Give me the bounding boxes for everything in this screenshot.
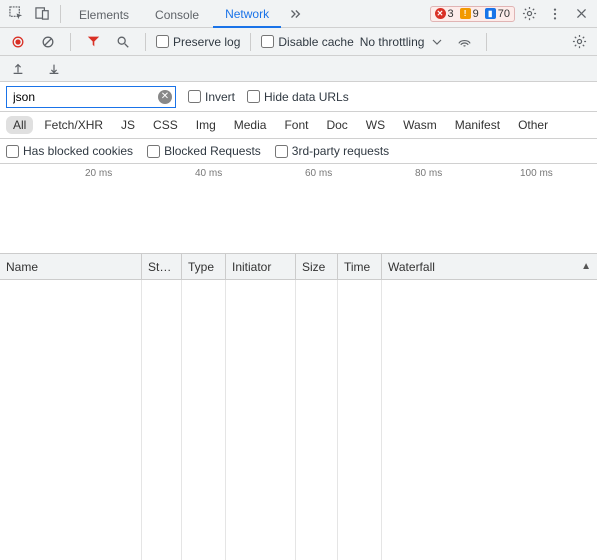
third-party-label: 3rd-party requests (292, 144, 389, 158)
issues-count: 70 (498, 8, 510, 20)
blocked-cookies-checkbox[interactable]: Has blocked cookies (6, 144, 133, 158)
tab-elements[interactable]: Elements (67, 2, 141, 28)
issue-badges[interactable]: ✕3 !9 ▮70 (430, 6, 516, 22)
invert-checkbox[interactable]: Invert (188, 90, 235, 104)
more-tabs-icon[interactable] (283, 2, 307, 26)
preserve-log-label: Preserve log (173, 35, 240, 49)
filter-type-css[interactable]: CSS (146, 116, 185, 134)
filter-icon[interactable] (81, 30, 105, 54)
close-icon[interactable] (569, 2, 593, 26)
separator (60, 5, 61, 23)
blocked-cookies-label: Has blocked cookies (23, 144, 133, 158)
separator (250, 33, 251, 51)
throttling-select[interactable]: No throttling (360, 35, 447, 49)
request-table-body (0, 280, 597, 560)
disable-cache-checkbox[interactable]: Disable cache (261, 35, 353, 49)
issues-icon: ▮ (485, 8, 496, 19)
disable-cache-label: Disable cache (278, 35, 353, 49)
inspect-icon[interactable] (4, 2, 28, 26)
request-table-header: Name St… Type Initiator Size Time Waterf… (0, 254, 597, 280)
blocked-requests-label: Blocked Requests (164, 144, 261, 158)
tab-network[interactable]: Network (213, 2, 281, 28)
settings-icon[interactable] (567, 30, 591, 54)
warning-icon: ! (460, 8, 471, 19)
chevron-down-icon (428, 36, 446, 48)
separator (486, 33, 487, 51)
invert-label: Invert (205, 90, 235, 104)
filter-type-ws[interactable]: WS (359, 116, 392, 134)
record-button[interactable] (6, 30, 30, 54)
filter-type-manifest[interactable]: Manifest (448, 116, 507, 134)
error-icon: ✕ (435, 8, 446, 19)
clear-button[interactable] (36, 30, 60, 54)
hide-data-urls-label: Hide data URLs (264, 90, 349, 104)
timeline-tick: 80 ms (415, 168, 442, 179)
throttling-value: No throttling (360, 35, 425, 49)
network-conditions-icon[interactable] (452, 30, 476, 54)
filter-type-font[interactable]: Font (277, 116, 315, 134)
timeline-tick: 20 ms (85, 168, 112, 179)
preserve-log-checkbox[interactable]: Preserve log (156, 35, 240, 49)
col-initiator[interactable]: Initiator (226, 254, 296, 279)
error-count: 3 (448, 8, 454, 20)
timeline-tick: 100 ms (520, 168, 553, 179)
blocked-requests-checkbox[interactable]: Blocked Requests (147, 144, 261, 158)
third-party-checkbox[interactable]: 3rd-party requests (275, 144, 389, 158)
kebab-menu-icon[interactable] (543, 2, 567, 26)
col-status[interactable]: St… (142, 254, 182, 279)
timeline-tick: 60 ms (305, 168, 332, 179)
filter-type-other[interactable]: Other (511, 116, 555, 134)
filter-type-js[interactable]: JS (114, 116, 142, 134)
col-name[interactable]: Name (0, 254, 142, 279)
export-har-icon[interactable] (6, 57, 30, 81)
col-size[interactable]: Size (296, 254, 338, 279)
hide-data-urls-checkbox[interactable]: Hide data URLs (247, 90, 349, 104)
sort-asc-icon: ▲ (581, 261, 591, 272)
tab-console[interactable]: Console (143, 2, 211, 28)
filter-type-fetch[interactable]: Fetch/XHR (37, 116, 110, 134)
filter-type-img[interactable]: Img (189, 116, 223, 134)
separator (70, 33, 71, 51)
filter-type-doc[interactable]: Doc (319, 116, 354, 134)
col-time[interactable]: Time (338, 254, 382, 279)
device-toolbar-icon[interactable] (30, 2, 54, 26)
filter-input[interactable] (6, 86, 176, 108)
import-har-icon[interactable] (42, 57, 66, 81)
col-waterfall[interactable]: Waterfall ▲ (382, 254, 597, 279)
filter-type-all[interactable]: All (6, 116, 33, 134)
timeline-overview[interactable]: 20 ms 40 ms 60 ms 80 ms 100 ms (0, 164, 597, 254)
separator (145, 33, 146, 51)
settings-icon[interactable] (517, 2, 541, 26)
col-type[interactable]: Type (182, 254, 226, 279)
filter-type-media[interactable]: Media (227, 116, 274, 134)
filter-type-wasm[interactable]: Wasm (396, 116, 444, 134)
search-icon[interactable] (111, 30, 135, 54)
warning-count: 9 (473, 8, 479, 20)
clear-filter-icon[interactable]: ✕ (158, 90, 172, 104)
timeline-tick: 40 ms (195, 168, 222, 179)
